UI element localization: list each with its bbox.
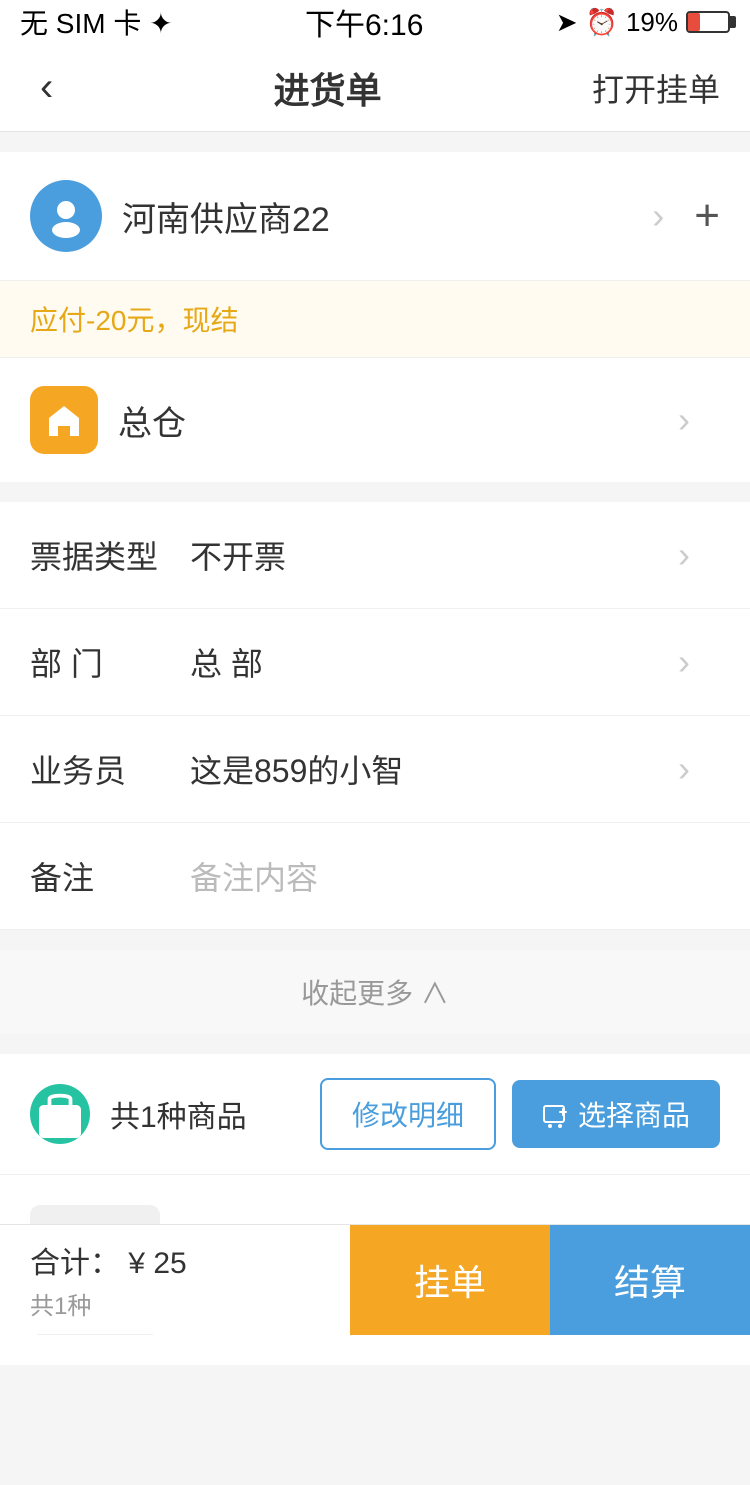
- page-title: 进货单: [274, 62, 382, 114]
- location-icon: ➤: [556, 7, 578, 38]
- bag-icon: [30, 1084, 90, 1144]
- supplier-chevron-icon: ›: [652, 195, 664, 237]
- battery-status: 19%: [626, 7, 678, 38]
- salesperson-row[interactable]: 业务员 这是859的小智 ›: [0, 716, 750, 823]
- supplier-section: 河南供应商22 › + 应付-20元，现结: [0, 152, 750, 357]
- warehouse-chevron-icon: ›: [678, 399, 690, 441]
- alarm-icon: ⏰: [586, 7, 618, 38]
- spacer: [0, 1365, 750, 1485]
- remark-row[interactable]: 备注 备注内容: [0, 823, 750, 930]
- supplier-row[interactable]: 河南供应商22 › +: [0, 152, 750, 281]
- back-button[interactable]: ‹: [30, 55, 63, 120]
- total-label-text: 合计：: [30, 1247, 120, 1280]
- edit-detail-button[interactable]: 修改明细: [320, 1078, 496, 1150]
- salesperson-chevron-icon: ›: [678, 748, 690, 790]
- products-count: 共1种商品: [110, 1092, 320, 1136]
- collapse-bar[interactable]: 收起更多 ∧: [0, 950, 750, 1034]
- open-hang-button[interactable]: 打开挂单: [592, 65, 720, 111]
- products-header: 共1种商品 修改明细 选择商品: [0, 1054, 750, 1175]
- total-label: 合计： ¥ 25: [30, 1238, 320, 1282]
- warehouse-name: 总仓: [118, 396, 678, 445]
- remark-input[interactable]: 备注内容: [170, 853, 720, 899]
- invoice-type-label: 票据类型: [30, 532, 170, 578]
- checkout-button[interactable]: 结算: [550, 1225, 750, 1335]
- nav-bar: ‹ 进货单 打开挂单: [0, 44, 750, 132]
- products-icon: [30, 1084, 90, 1144]
- status-left: 无 SIM 卡 ✦: [20, 2, 173, 42]
- form-section: 票据类型 不开票 › 部 门 总 部 › 业务员 这是859的小智 › 备注 备…: [0, 502, 750, 930]
- sim-status: 无 SIM 卡 ✦: [20, 2, 173, 42]
- salesperson-label: 业务员: [30, 746, 170, 792]
- remark-label: 备注: [30, 853, 170, 899]
- add-button[interactable]: +: [694, 194, 720, 238]
- notice-bar: 应付-20元，现结: [0, 281, 750, 357]
- total-area: 合计： ¥ 25 共1种: [0, 1238, 350, 1321]
- supplier-name: 河南供应商22: [122, 192, 652, 241]
- cart-icon: [542, 1100, 570, 1128]
- home-icon: [44, 400, 84, 440]
- status-right: ➤ ⏰ 19%: [556, 7, 730, 38]
- warehouse-icon: [30, 386, 98, 454]
- invoice-type-chevron-icon: ›: [678, 534, 690, 576]
- department-value: 总 部: [170, 639, 678, 685]
- bottom-bar: 合计： ¥ 25 共1种 挂单 结算: [0, 1224, 750, 1334]
- select-product-label: 选择商品: [578, 1094, 690, 1134]
- total-amount: ¥ 25: [128, 1247, 186, 1280]
- department-label: 部 门: [30, 639, 170, 685]
- department-chevron-icon: ›: [678, 641, 690, 683]
- battery-icon: [686, 11, 730, 33]
- warehouse-section: 总仓 ›: [0, 357, 750, 482]
- salesperson-value: 这是859的小智: [170, 746, 678, 792]
- warehouse-row[interactable]: 总仓 ›: [0, 357, 750, 482]
- total-sub: 共1种: [30, 1286, 320, 1321]
- hang-button[interactable]: 挂单: [350, 1225, 550, 1335]
- supplier-avatar: [30, 180, 102, 252]
- invoice-type-row[interactable]: 票据类型 不开票 ›: [0, 502, 750, 609]
- top-divider: [0, 132, 750, 152]
- select-product-button[interactable]: 选择商品: [512, 1080, 720, 1148]
- invoice-type-value: 不开票: [170, 532, 678, 578]
- department-row[interactable]: 部 门 总 部 ›: [0, 609, 750, 716]
- status-bar: 无 SIM 卡 ✦ 下午6:16 ➤ ⏰ 19%: [0, 0, 750, 44]
- status-time: 下午6:16: [305, 0, 423, 44]
- person-icon: [44, 194, 88, 238]
